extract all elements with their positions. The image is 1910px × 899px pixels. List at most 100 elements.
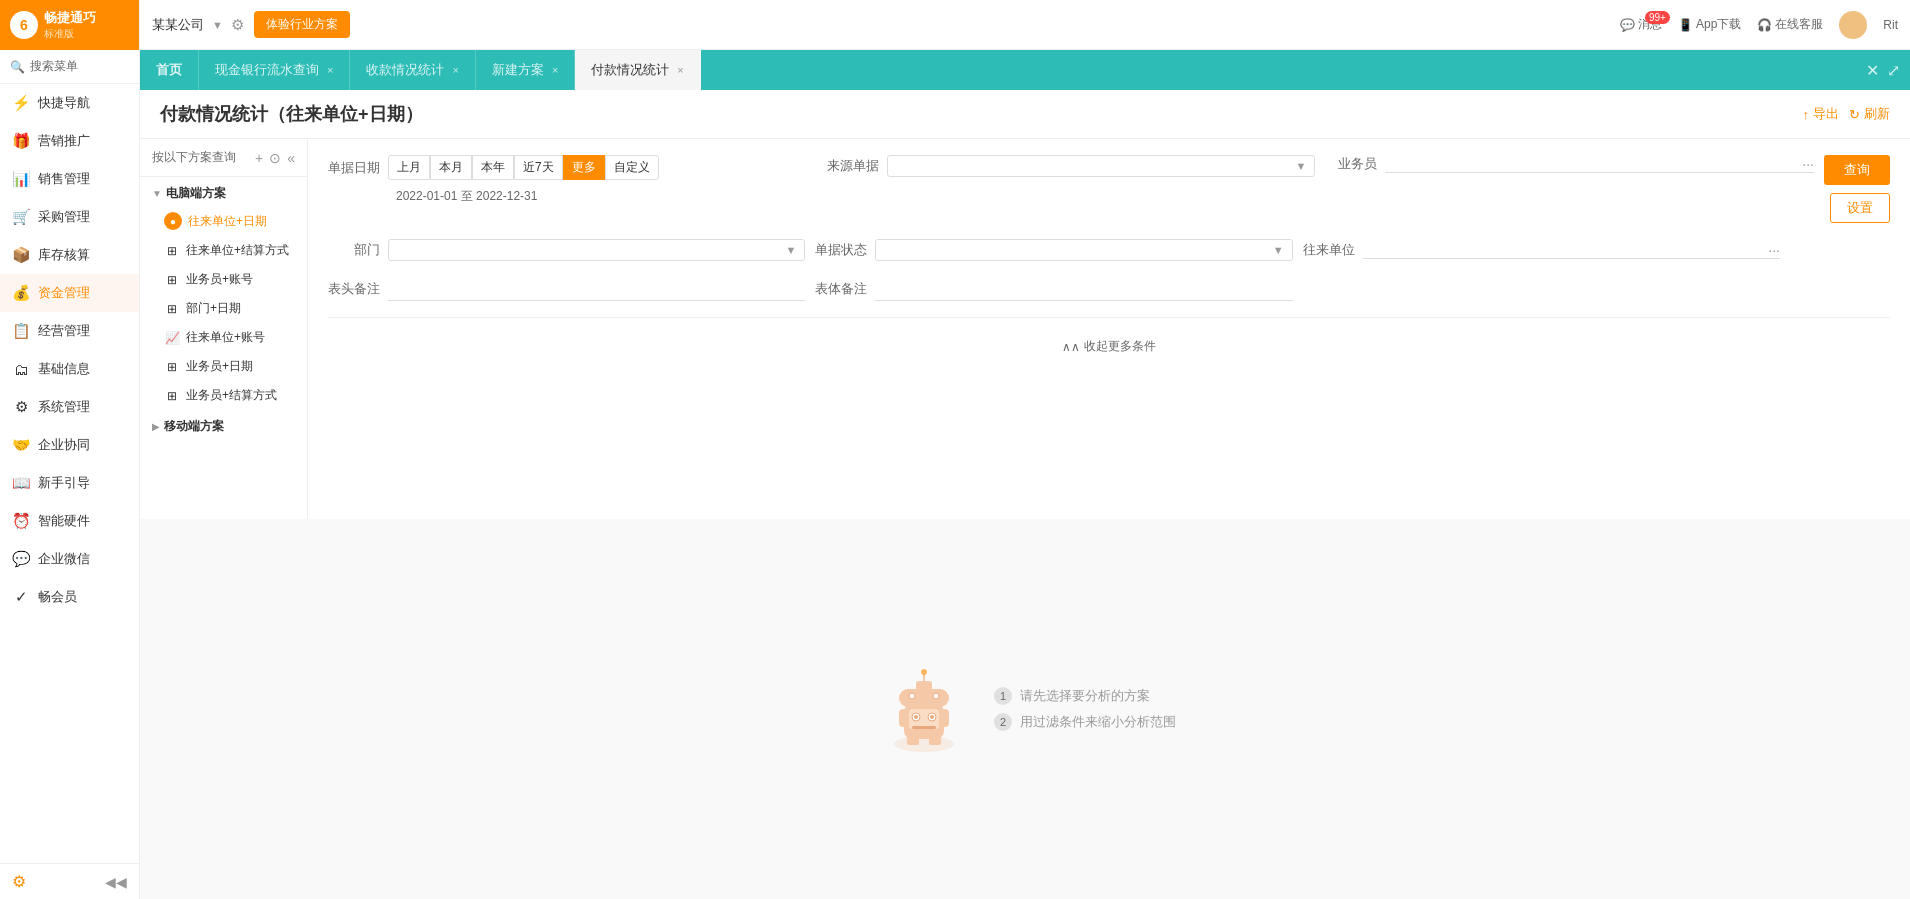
svg-point-6 [930, 715, 934, 719]
staff-dots-btn[interactable]: ··· [1802, 156, 1814, 172]
collapse-scheme-icon[interactable]: « [287, 150, 295, 166]
try-industry-btn[interactable]: 体验行业方案 [254, 11, 350, 38]
sidebar-item-operations[interactable]: 📋 经营管理 [0, 312, 139, 350]
content-body: 按以下方案查询 + ⊙ « ▼ 电脑端方案 ●往来单位+日期⊞往来单位+结算方式… [140, 139, 1910, 519]
header-note-label: 表头备注 [328, 280, 380, 298]
category-label-mobile: 移动端方案 [164, 418, 224, 435]
company-dropdown-icon[interactable]: ▼ [212, 19, 223, 31]
sidebar-item-inventory[interactable]: 📦 库存核算 [0, 236, 139, 274]
page-actions: ↑ 导出 ↻ 刷新 [1803, 105, 1891, 123]
scheme-item-staff-date[interactable]: ⊞业务员+日期 [140, 352, 307, 381]
scheme-item-staff-account[interactable]: ⊞业务员+账号 [140, 265, 307, 294]
close-tab-icon[interactable]: ✕ [1866, 61, 1879, 80]
setting-scheme-icon[interactable]: ⊙ [269, 150, 281, 166]
tab-payment-stat[interactable]: 付款情况统计 × [575, 50, 700, 90]
query-btn[interactable]: 查询 [1824, 155, 1890, 185]
sidebar-item-marketing[interactable]: 🎁 营销推广 [0, 122, 139, 160]
svg-rect-8 [899, 709, 907, 727]
scheme-item-partner-settle[interactable]: ⊞往来单位+结算方式 [140, 236, 307, 265]
sidebar-item-basic-info[interactable]: 🗂 基础信息 [0, 350, 139, 388]
svg-rect-12 [899, 689, 949, 707]
tab-label-new-scheme: 新建方案 [492, 61, 544, 79]
scheme-item-staff-settle[interactable]: ⊞业务员+结算方式 [140, 381, 307, 410]
scheme-item-label-staff-account: 业务员+账号 [186, 271, 253, 288]
date-btn-last-month[interactable]: 上月 [388, 155, 430, 180]
service-icon: 🎧 [1757, 18, 1772, 32]
expand-tab-icon[interactable]: ⤢ [1887, 61, 1900, 80]
scheme-item-dept-date[interactable]: ⊞部门+日期 [140, 294, 307, 323]
operations-icon: 📋 [12, 322, 30, 340]
close-tab-payment-stat-btn[interactable]: × [677, 64, 683, 76]
sidebar-item-quick-nav[interactable]: ⚡ 快捷导航 [0, 84, 139, 122]
user-avatar[interactable] [1839, 11, 1867, 39]
message-badge: 99+ [1645, 11, 1670, 24]
username[interactable]: Rit [1883, 18, 1898, 32]
partner-label: 往来单位 [1303, 241, 1355, 259]
tab-label-payment-stat: 付款情况统计 [591, 61, 669, 79]
empty-state: 1 请先选择要分析的方案 2 用过滤条件来缩小分析范围 [140, 519, 1910, 899]
sidebar-item-label-system: 系统管理 [38, 398, 90, 416]
topbar-gear-icon[interactable]: ⚙ [231, 16, 244, 34]
scheme-category-mobile[interactable]: ▶ 移动端方案 [140, 410, 307, 439]
svg-rect-11 [929, 737, 941, 745]
sidebar-search[interactable]: 🔍 搜索菜单 [0, 50, 139, 84]
sidebar-item-cooperation[interactable]: 🤝 企业协同 [0, 426, 139, 464]
scheme-item-partner-date[interactable]: ●往来单位+日期 [140, 206, 307, 236]
sidebar-header: 6 畅捷通巧 标准版 [0, 0, 139, 50]
online-service-btn[interactable]: 🎧 在线客服 [1757, 16, 1823, 33]
scheme-item-label-staff-settle: 业务员+结算方式 [186, 387, 277, 404]
sidebar-item-label-member: 畅会员 [38, 588, 77, 606]
tab-label-receipt-stat: 收款情况统计 [366, 61, 444, 79]
source-doc-arrow: ▼ [1295, 160, 1306, 172]
category-arrow-mobile: ▶ [152, 421, 160, 432]
close-tab-new-scheme-btn[interactable]: × [552, 64, 558, 76]
company-name[interactable]: 某某公司 [152, 16, 204, 34]
doc-status-select[interactable]: ▼ [875, 239, 1292, 261]
empty-tip-1: 1 请先选择要分析的方案 [994, 687, 1176, 705]
staff-date-table-icon: ⊞ [164, 359, 180, 375]
date-btn-this-year[interactable]: 本年 [472, 155, 514, 180]
empty-tip-2: 2 用过滤条件来缩小分析范围 [994, 713, 1176, 731]
date-btn-this-month[interactable]: 本月 [430, 155, 472, 180]
refresh-btn[interactable]: ↻ 刷新 [1849, 105, 1890, 123]
sidebar-item-purchase[interactable]: 🛒 采购管理 [0, 198, 139, 236]
tabs-actions: ✕ ⤢ [1856, 50, 1910, 90]
app-download-btn[interactable]: 📱 App下载 [1678, 16, 1741, 33]
tab-receipt-stat[interactable]: 收款情况统计 × [350, 50, 475, 90]
date-btn-custom[interactable]: 自定义 [605, 155, 659, 180]
dept-select[interactable]: ▼ [388, 239, 805, 261]
sidebar-item-label-basic-info: 基础信息 [38, 360, 90, 378]
partner-dots-btn[interactable]: ··· [1768, 242, 1780, 258]
add-scheme-icon[interactable]: + [255, 150, 263, 166]
scheme-category-desktop[interactable]: ▼ 电脑端方案 [140, 177, 307, 206]
sidebar-item-hardware[interactable]: ⏰ 智能硬件 [0, 502, 139, 540]
tab-new-scheme[interactable]: 新建方案 × [476, 50, 575, 90]
sidebar-item-sales[interactable]: 📊 销售管理 [0, 160, 139, 198]
export-btn[interactable]: ↑ 导出 [1803, 105, 1840, 123]
sidebar-item-guide[interactable]: 📖 新手引导 [0, 464, 139, 502]
sidebar-settings-icon[interactable]: ⚙ [12, 872, 26, 891]
sidebar-item-wechat[interactable]: 💬 企业微信 [0, 540, 139, 578]
staff-label: 业务员 [1325, 155, 1377, 173]
close-tab-bank-flow-btn[interactable]: × [327, 64, 333, 76]
sidebar-item-finance[interactable]: 💰 资金管理 [0, 274, 139, 312]
main-area: 某某公司 ▼ ⚙ 体验行业方案 💬 消息 99+ 📱 App下载 🎧 在线客服 … [140, 0, 1910, 899]
sidebar-collapse-icon[interactable]: ◀◀ [105, 874, 127, 890]
source-doc-select[interactable]: ▼ [887, 155, 1316, 177]
finance-icon: 💰 [12, 284, 30, 302]
tab-home[interactable]: 首页 [140, 50, 199, 90]
sidebar-footer: ⚙ ◀◀ [0, 863, 139, 899]
message-btn[interactable]: 💬 消息 99+ [1620, 16, 1662, 33]
sidebar-item-member[interactable]: ✓ 畅会员 [0, 578, 139, 616]
scheme-item-label-partner-settle: 往来单位+结算方式 [186, 242, 289, 259]
marketing-icon: 🎁 [12, 132, 30, 150]
collapse-more-btn[interactable]: ∧∧ 收起更多条件 [1054, 330, 1164, 363]
sidebar-item-system[interactable]: ⚙ 系统管理 [0, 388, 139, 426]
setting-btn[interactable]: 设置 [1830, 193, 1890, 223]
date-btn-last-7[interactable]: 近7天 [514, 155, 563, 180]
tab-bank-flow[interactable]: 现金银行流水查询× [199, 50, 350, 90]
date-btn-more[interactable]: 更多 [563, 155, 605, 180]
scheme-item-partner-account[interactable]: 📈往来单位+账号 [140, 323, 307, 352]
close-tab-receipt-stat-btn[interactable]: × [452, 64, 458, 76]
page-header: 付款情况统计（往来单位+日期） ↑ 导出 ↻ 刷新 [140, 90, 1910, 139]
